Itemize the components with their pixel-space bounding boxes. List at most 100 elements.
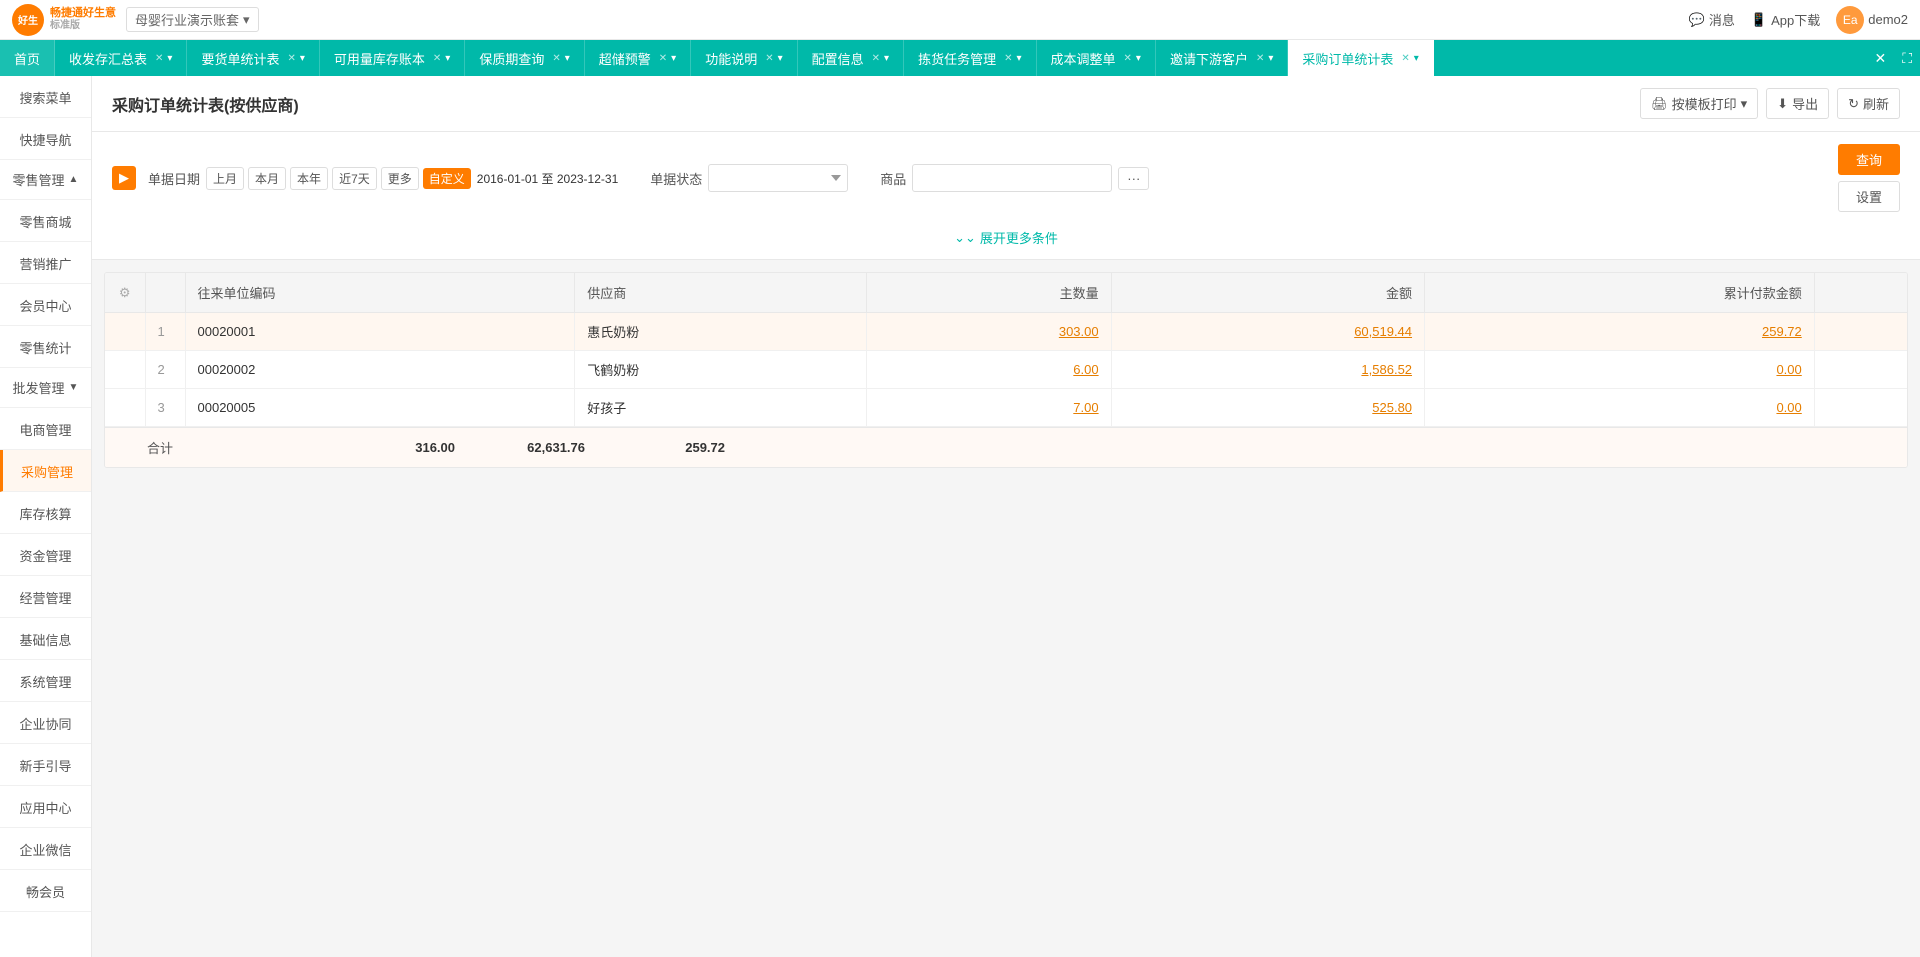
sidebar-item-finance[interactable]: 资金管理 xyxy=(0,534,91,576)
content-area: 采购订单统计表(按供应商) 🖨 按模板打印 ▾ ⬇ 导出 ↻ 刷新 xyxy=(92,76,1920,957)
tab-overstock-close[interactable]: ✕ xyxy=(659,53,667,64)
tab-collect-pay-close[interactable]: ✕ xyxy=(155,53,163,64)
row3-main-qty[interactable]: 7.00 xyxy=(866,389,1111,427)
tab-home-label: 首页 xyxy=(14,49,40,68)
tab-available-stock[interactable]: 可用量库存账本 ✕ ▾ xyxy=(320,40,465,76)
filter-date-item: 单据日期 上月 本月 本年 近7天 更多 自定义 2016-01-01 至 20… xyxy=(148,167,618,190)
filter-dates: 上月 本月 本年 近7天 更多 自定义 xyxy=(206,167,471,190)
tab-expiry-query-close[interactable]: ✕ xyxy=(552,53,560,64)
sidebar-item-enterprise[interactable]: 企业协同 xyxy=(0,702,91,744)
table-header-row: ⚙ 往来单位编码 供应商 主数量 金额 累计付款金额 xyxy=(105,273,1907,313)
sidebar-item-quick-nav[interactable]: 快捷导航 xyxy=(0,118,91,160)
expand-tab-button[interactable]: ⛶ xyxy=(1894,50,1920,67)
sidebar-item-operation[interactable]: 经营管理 xyxy=(0,576,91,618)
goods-more-button[interactable]: ··· xyxy=(1118,167,1149,190)
tab-config-info-close[interactable]: ✕ xyxy=(872,53,880,64)
row3-paid-amount[interactable]: 0.00 xyxy=(1425,389,1815,427)
sidebar-item-system[interactable]: 系统管理 xyxy=(0,660,91,702)
row1-amount-val: 60,519.44 xyxy=(1354,324,1412,339)
row2-paid-amount-val: 0.00 xyxy=(1776,362,1801,377)
refresh-label: 刷新 xyxy=(1863,94,1889,113)
row2-supplier: 飞鹤奶粉 xyxy=(575,351,866,389)
sidebar-item-inventory[interactable]: 库存核算 xyxy=(0,492,91,534)
date-this-year-btn[interactable]: 本年 xyxy=(290,167,328,190)
app-download-button[interactable]: 📱 App下载 xyxy=(1751,10,1820,29)
sidebar-item-retail-stats[interactable]: 零售统计 xyxy=(0,326,91,368)
tab-overstock[interactable]: 超储预警 ✕ ▾ xyxy=(585,40,691,76)
tab-function-desc[interactable]: 功能说明 ✕ ▾ xyxy=(691,40,797,76)
row2-amount[interactable]: 1,586.52 xyxy=(1111,351,1424,389)
sidebar-item-basic-info-label: 基础信息 xyxy=(0,630,91,649)
query-button[interactable]: 查询 xyxy=(1838,144,1900,175)
col-rownum xyxy=(145,273,185,313)
chevron-down-icon: ▾ xyxy=(1136,53,1141,64)
expand-more-btn[interactable]: ⌄⌄ 展开更多条件 xyxy=(954,228,1058,247)
tab-purchase-summary-close[interactable]: ✕ xyxy=(1401,53,1409,64)
sidebar-item-member[interactable]: 会员中心 xyxy=(0,284,91,326)
sidebar-item-retail[interactable]: 零售管理 ▲ xyxy=(0,160,91,200)
sidebar-item-retail-store[interactable]: 零售商城 xyxy=(0,200,91,242)
print-button[interactable]: 🖨 按模板打印 ▾ xyxy=(1640,88,1758,119)
sidebar-item-search[interactable]: 搜索菜单 xyxy=(0,76,91,118)
row2-paid-amount[interactable]: 0.00 xyxy=(1425,351,1815,389)
tab-cost-adjust-close[interactable]: ✕ xyxy=(1124,53,1132,64)
date-to: 2023-12-31 xyxy=(557,172,618,186)
tab-config-info[interactable]: 配置信息 ✕ ▾ xyxy=(798,40,904,76)
tab-pick-task-close[interactable]: ✕ xyxy=(1004,53,1012,64)
tab-expiry-query[interactable]: 保质期查询 ✕ ▾ xyxy=(465,40,584,76)
filter-toggle[interactable]: ▶ xyxy=(112,166,136,190)
tab-pick-task[interactable]: 拣货任务管理 ✕ ▾ xyxy=(904,40,1036,76)
status-select[interactable] xyxy=(708,164,848,192)
row2-main-qty-val: 6.00 xyxy=(1073,362,1098,377)
goods-input[interactable] xyxy=(912,164,1112,192)
export-button[interactable]: ⬇ 导出 xyxy=(1766,88,1829,119)
tab-invite-downstream[interactable]: 邀请下游客户 ✕ ▾ xyxy=(1156,40,1288,76)
tab-cost-adjust[interactable]: 成本调整单 ✕ ▾ xyxy=(1037,40,1156,76)
date-last-month-btn[interactable]: 上月 xyxy=(206,167,244,190)
sidebar-item-purchase[interactable]: 采购管理 xyxy=(0,450,91,492)
tab-invite-downstream-close[interactable]: ✕ xyxy=(1256,53,1264,64)
message-button[interactable]: 💬 消息 xyxy=(1689,10,1735,29)
sidebar-item-vip-member[interactable]: 畅会员 xyxy=(0,870,91,912)
settings-button[interactable]: 设置 xyxy=(1838,181,1900,212)
sidebar-item-basic-info[interactable]: 基础信息 xyxy=(0,618,91,660)
row2-empty xyxy=(1814,351,1907,389)
user-area[interactable]: Ea demo2 xyxy=(1836,6,1908,34)
col-empty xyxy=(1814,273,1907,313)
sidebar-item-wholesale[interactable]: 批发管理 ▼ xyxy=(0,368,91,408)
sidebar-item-enterprise-wechat[interactable]: 企业微信 xyxy=(0,828,91,870)
row2-main-qty[interactable]: 6.00 xyxy=(866,351,1111,389)
export-icon: ⬇ xyxy=(1777,96,1788,112)
column-settings-icon[interactable]: ⚙ xyxy=(119,285,131,300)
date-7days-btn[interactable]: 近7天 xyxy=(332,167,377,190)
row3-num: 3 xyxy=(145,389,185,427)
row1-amount[interactable]: 60,519.44 xyxy=(1111,313,1424,351)
nav-tabs-end: ✕ ⛶ xyxy=(1866,50,1920,67)
row3-amount[interactable]: 525.80 xyxy=(1111,389,1424,427)
sidebar-item-new-guide[interactable]: 新手引导 xyxy=(0,744,91,786)
data-table: ⚙ 往来单位编码 供应商 主数量 金额 累计付款金额 1 xyxy=(105,273,1907,427)
sidebar-item-retail-label: 零售管理 xyxy=(13,170,65,189)
tab-collect-pay[interactable]: 收发存汇总表 ✕ ▾ xyxy=(55,40,187,76)
sidebar-item-enterprise-wechat-label: 企业微信 xyxy=(0,840,91,859)
sidebar-item-ecommerce[interactable]: 电商管理 xyxy=(0,408,91,450)
sidebar-item-marketing[interactable]: 营销推广 xyxy=(0,242,91,284)
date-more-btn[interactable]: 更多 xyxy=(381,167,419,190)
date-this-month-btn[interactable]: 本月 xyxy=(248,167,286,190)
page-title: 采购订单统计表(按供应商) xyxy=(112,92,299,116)
workspace-selector[interactable]: 母婴行业演示账套 ▾ xyxy=(126,7,259,32)
refresh-button[interactable]: ↻ 刷新 xyxy=(1837,88,1900,119)
row1-main-qty[interactable]: 303.00 xyxy=(866,313,1111,351)
footer-main-qty: 316.00 xyxy=(317,440,467,455)
tab-purchase-summary[interactable]: 采购订单统计表 ✕ ▾ xyxy=(1288,40,1433,76)
sidebar-item-app-center[interactable]: 应用中心 xyxy=(0,786,91,828)
tab-home[interactable]: 首页 xyxy=(0,40,55,76)
tab-available-stock-close[interactable]: ✕ xyxy=(433,53,441,64)
row1-paid-amount[interactable]: 259.72 xyxy=(1425,313,1815,351)
tab-goods-summary-close[interactable]: ✕ xyxy=(287,53,295,64)
tab-goods-summary[interactable]: 要货单统计表 ✕ ▾ xyxy=(187,40,319,76)
close-tab-button[interactable]: ✕ xyxy=(1866,50,1894,67)
tab-function-desc-close[interactable]: ✕ xyxy=(765,53,773,64)
tab-config-info-label: 配置信息 xyxy=(812,49,864,68)
status-filter-label: 单据状态 xyxy=(650,169,702,188)
